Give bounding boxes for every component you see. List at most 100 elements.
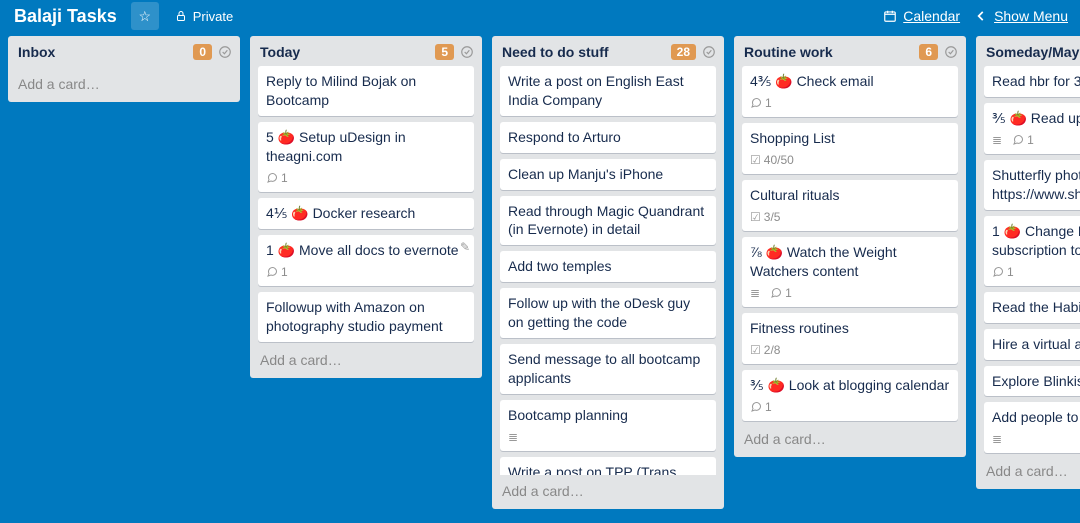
card-title: ⅗ 🍅 Look at blogging calendar	[750, 376, 950, 395]
show-menu-label: Show Menu	[994, 8, 1068, 24]
card-list: Reply to Milind Bojak on Bootcamp 5 🍅 Set…	[250, 64, 482, 344]
show-menu-link[interactable]: Show Menu	[974, 8, 1068, 24]
board-canvas[interactable]: Inbox0Add a card…Today5Reply to Milind B…	[0, 32, 1080, 521]
card-list: Read hbr for 30 m⅗ 🍅 Read up on≣1Shutter…	[976, 64, 1080, 455]
card-title: Send message to all bootcamp applicants	[508, 350, 708, 388]
checklist-badge: ☑3/5	[750, 209, 780, 225]
subscribe-icon[interactable]	[944, 45, 958, 59]
pencil-icon[interactable]: ✎	[460, 239, 470, 255]
card[interactable]: Bootcamp planning≣	[500, 400, 716, 451]
subscribe-icon[interactable]	[702, 45, 716, 59]
card-title: Fitness routines	[750, 319, 950, 338]
card[interactable]: 4⅗ 🍅 Check email1	[742, 66, 958, 117]
list-name[interactable]: Routine work	[744, 44, 913, 60]
list-header: Today5	[250, 36, 482, 64]
card-title: Read hbr for 30 m	[992, 72, 1080, 91]
list: Someday/Maybe Read hbr for 30 m ⅗ 🍅 Read u…	[976, 36, 1080, 489]
list: Need to do stuff28Write a post on Englis…	[492, 36, 724, 509]
card[interactable]: Shutterfly photo https://www.shutterfly …	[984, 160, 1080, 210]
card[interactable]: Explore Blinkist - summarie	[984, 366, 1080, 397]
list-header: Routine work6	[734, 36, 966, 64]
card[interactable]: 1 🍅 Change Name subscription to M1	[984, 216, 1080, 286]
checklist-icon: ☑	[750, 209, 761, 225]
card[interactable]: Shopping List ☑40/50	[742, 123, 958, 174]
card[interactable]: 5 🍅 Setup uDesign in theagni.com1	[258, 122, 474, 192]
add-card-button[interactable]: Add a card…	[976, 455, 1080, 489]
calendar-link[interactable]: Calendar	[883, 8, 960, 24]
card-title: 4⅕ 🍅 Docker research	[266, 204, 466, 223]
card-title: Shutterfly photo https://www.shutterfly …	[992, 166, 1080, 204]
comment-count: 1	[765, 399, 772, 415]
card-title: Follow up with the oDesk guy on getting …	[508, 294, 708, 332]
subscribe-icon[interactable]	[218, 45, 232, 59]
add-card-button[interactable]: Add a card…	[492, 475, 724, 509]
card[interactable]: Write a post on English East India Compa…	[500, 66, 716, 116]
list: Routine work64⅗ 🍅 Check email1 Shopping L…	[734, 36, 966, 457]
list-header: Inbox0	[8, 36, 240, 64]
card[interactable]: ⅗ 🍅 Look at blogging calendar 1	[742, 370, 958, 421]
privacy-button[interactable]: Private	[167, 2, 241, 30]
privacy-label: Private	[193, 9, 233, 24]
card[interactable]: Respond to Arturo	[500, 122, 716, 153]
star-button[interactable]: ☆	[131, 2, 159, 30]
card-title: Shopping List	[750, 129, 950, 148]
card[interactable]: Followup with Amazon on photography stud…	[258, 292, 474, 342]
add-card-button[interactable]: Add a card…	[250, 344, 482, 378]
board-header: Balaji Tasks ☆ Private Calendar Show Men…	[0, 0, 1080, 32]
card-title: Explore Blinkist - summarie	[992, 372, 1080, 391]
list-header: Need to do stuff28	[492, 36, 724, 64]
card[interactable]: Read hbr for 30 m	[984, 66, 1080, 97]
description-icon: ≣	[508, 429, 518, 445]
comment-badge: 1	[750, 399, 772, 415]
list-name[interactable]: Need to do stuff	[502, 44, 665, 60]
card[interactable]: Follow up with the oDesk guy on getting …	[500, 288, 716, 338]
card-title: Followup with Amazon on photography stud…	[266, 298, 466, 336]
card[interactable]: ⅞ 🍅 Watch the Weight Watchers content≣1	[742, 237, 958, 307]
description-icon: ≣	[992, 132, 1002, 148]
card[interactable]: Hire a virtual ass	[984, 329, 1080, 360]
card[interactable]: Send message to all bootcamp applicants	[500, 344, 716, 394]
card[interactable]: Reply to Milind Bojak on Bootcamp	[258, 66, 474, 116]
add-card-button[interactable]: Add a card…	[734, 423, 966, 457]
card[interactable]: Clean up Manju's iPhone	[500, 159, 716, 190]
card[interactable]: 4⅕ 🍅 Docker research	[258, 198, 474, 229]
header-right: Calendar Show Menu	[883, 8, 1072, 24]
comment-count: 1	[765, 95, 772, 111]
card[interactable]: Add two temples	[500, 251, 716, 282]
list-name[interactable]: Someday/Maybe	[986, 44, 1080, 60]
card[interactable]: Fitness routines ☑2/8	[742, 313, 958, 364]
card[interactable]: Write a post on TPP (Trans Pacific Partn…	[500, 457, 716, 475]
card[interactable]: Add people to M website ≣	[984, 402, 1080, 453]
comment-badge: 1	[770, 285, 792, 301]
card-badges: ≣1	[992, 132, 1080, 148]
card-title: Add people to M website	[992, 408, 1080, 427]
chevron-left-icon	[974, 9, 988, 23]
card[interactable]: Cultural rituals☑3/5	[742, 180, 958, 231]
subscribe-icon[interactable]	[460, 45, 474, 59]
list: Today5Reply to Milind Bojak on Bootcamp 5…	[250, 36, 482, 378]
list-header: Someday/Maybe	[976, 36, 1080, 64]
card-badges: 1	[750, 399, 950, 415]
calendar-label: Calendar	[903, 8, 960, 24]
add-card-button[interactable]: Add a card…	[8, 68, 240, 102]
card-badges: ☑2/8	[750, 342, 950, 358]
card-badges: ☑40/50	[750, 152, 950, 168]
list-name[interactable]: Inbox	[18, 44, 187, 60]
card[interactable]: Read through Magic Quandrant (in Evernot…	[500, 196, 716, 246]
card-title: Hire a virtual ass	[992, 335, 1080, 354]
comment-icon	[750, 97, 762, 109]
comment-count: 1	[1007, 264, 1014, 280]
checklist-icon: ☑	[750, 342, 761, 358]
comment-icon	[992, 266, 1004, 278]
card[interactable]: 1 🍅 Move all docs to evernote✎1	[258, 235, 474, 286]
list-name[interactable]: Today	[260, 44, 429, 60]
card-title: ⅗ 🍅 Read up on	[992, 109, 1080, 128]
card-list: Write a post on English East India Compa…	[492, 64, 724, 475]
card[interactable]: ⅗ 🍅 Read up on ≣1	[984, 103, 1080, 154]
card-title: ⅞ 🍅 Watch the Weight Watchers content	[750, 243, 950, 281]
checklist-count: 40/50	[764, 152, 794, 168]
comment-count: 1	[281, 264, 288, 280]
card-badges: ≣	[992, 431, 1080, 447]
list: Inbox0 Add a card…	[8, 36, 240, 102]
card[interactable]: Read the Habits	[984, 292, 1080, 323]
